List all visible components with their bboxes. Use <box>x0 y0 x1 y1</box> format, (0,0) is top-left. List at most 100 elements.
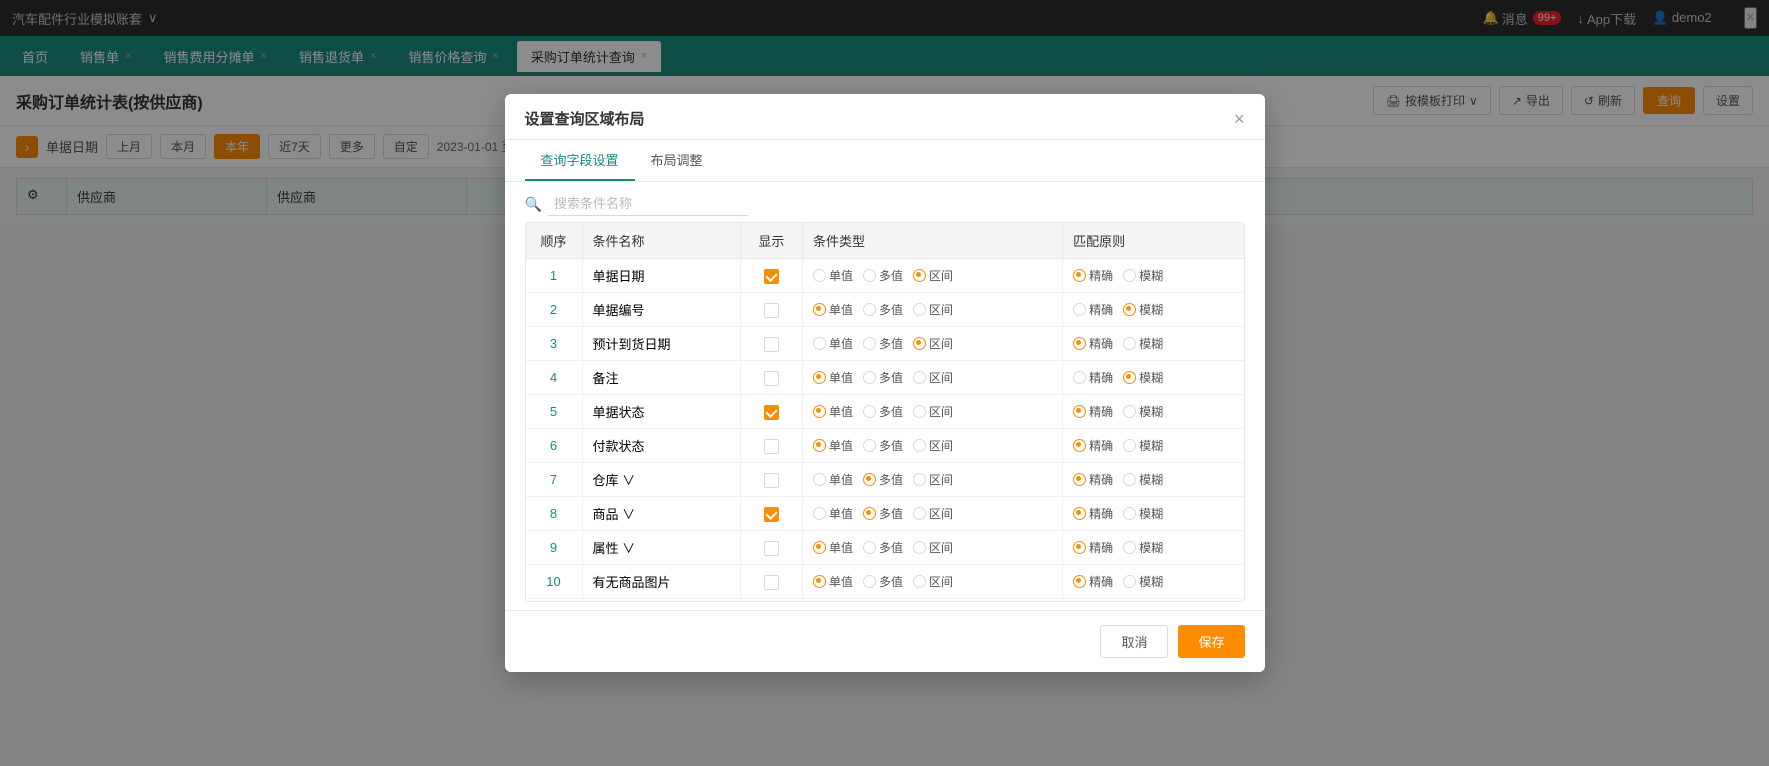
type-radio-item[interactable]: 区间 <box>913 403 953 420</box>
search-input[interactable] <box>548 192 748 216</box>
dialog-close-btn[interactable]: × <box>1234 110 1245 128</box>
type-radio-item[interactable]: 区间 <box>913 573 953 590</box>
match-radio[interactable] <box>1123 303 1136 316</box>
type-radio-item[interactable]: 多值 <box>863 471 903 488</box>
display-checkbox[interactable] <box>764 439 779 454</box>
type-radio-item[interactable]: 区间 <box>913 505 953 522</box>
type-radio-item[interactable]: 区间 <box>913 369 953 386</box>
cell-display[interactable] <box>740 565 802 599</box>
type-radio-item[interactable]: 单值 <box>813 335 853 352</box>
type-radio-item[interactable]: 单值 <box>813 471 853 488</box>
match-radio[interactable] <box>1123 439 1136 452</box>
display-checkbox[interactable] <box>764 303 779 318</box>
type-radio[interactable] <box>913 439 926 452</box>
type-radio[interactable] <box>813 473 826 486</box>
cell-display[interactable] <box>740 531 802 565</box>
match-radio-item[interactable]: 模糊 <box>1123 539 1163 556</box>
type-radio[interactable] <box>863 439 876 452</box>
match-radio-item[interactable]: 模糊 <box>1123 369 1163 386</box>
type-radio[interactable] <box>863 473 876 486</box>
type-radio[interactable] <box>813 337 826 350</box>
type-radio-item[interactable]: 多值 <box>863 403 903 420</box>
cell-display[interactable] <box>740 327 802 361</box>
match-radio[interactable] <box>1073 371 1086 384</box>
display-checkbox[interactable] <box>764 541 779 556</box>
match-radio-item[interactable]: 模糊 <box>1123 403 1163 420</box>
type-radio[interactable] <box>913 303 926 316</box>
type-radio[interactable] <box>863 575 876 588</box>
display-checkbox[interactable] <box>764 507 779 522</box>
match-radio-item[interactable]: 精确 <box>1073 437 1113 454</box>
match-radio[interactable] <box>1073 303 1086 316</box>
type-radio[interactable] <box>913 473 926 486</box>
type-radio[interactable] <box>863 303 876 316</box>
display-checkbox[interactable] <box>764 405 779 420</box>
type-radio-item[interactable]: 区间 <box>913 335 953 352</box>
match-radio[interactable] <box>1073 405 1086 418</box>
type-radio[interactable] <box>913 405 926 418</box>
cell-display[interactable] <box>740 429 802 463</box>
type-radio[interactable] <box>863 507 876 520</box>
type-radio[interactable] <box>813 575 826 588</box>
type-radio-item[interactable]: 单值 <box>813 573 853 590</box>
cell-display[interactable] <box>740 599 802 603</box>
match-radio-item[interactable]: 精确 <box>1073 335 1113 352</box>
type-radio[interactable] <box>813 269 826 282</box>
display-checkbox[interactable] <box>764 269 779 284</box>
type-radio-item[interactable]: 单值 <box>813 403 853 420</box>
match-radio-item[interactable]: 精确 <box>1073 369 1113 386</box>
type-radio-item[interactable]: 多值 <box>863 437 903 454</box>
type-radio-item[interactable]: 多值 <box>863 301 903 318</box>
display-checkbox[interactable] <box>764 473 779 488</box>
match-radio-item[interactable]: 精确 <box>1073 573 1113 590</box>
type-radio[interactable] <box>863 337 876 350</box>
type-radio-item[interactable]: 多值 <box>863 335 903 352</box>
match-radio[interactable] <box>1073 269 1086 282</box>
type-radio-item[interactable]: 区间 <box>913 539 953 556</box>
match-radio[interactable] <box>1073 439 1086 452</box>
match-radio-item[interactable]: 精确 <box>1073 471 1113 488</box>
type-radio-item[interactable]: 单值 <box>813 301 853 318</box>
type-radio[interactable] <box>913 507 926 520</box>
cell-display[interactable] <box>740 293 802 327</box>
type-radio-item[interactable]: 区间 <box>913 301 953 318</box>
type-radio[interactable] <box>863 541 876 554</box>
type-radio[interactable] <box>913 337 926 350</box>
match-radio[interactable] <box>1123 507 1136 520</box>
type-radio-item[interactable]: 区间 <box>913 471 953 488</box>
match-radio[interactable] <box>1073 541 1086 554</box>
display-checkbox[interactable] <box>764 575 779 590</box>
cell-display[interactable] <box>740 361 802 395</box>
match-radio-item[interactable]: 模糊 <box>1123 267 1163 284</box>
type-radio-item[interactable]: 多值 <box>863 573 903 590</box>
match-radio-item[interactable]: 模糊 <box>1123 301 1163 318</box>
cell-display[interactable] <box>740 463 802 497</box>
type-radio-item[interactable]: 多值 <box>863 267 903 284</box>
match-radio-item[interactable]: 模糊 <box>1123 573 1163 590</box>
match-radio[interactable] <box>1073 337 1086 350</box>
match-radio-item[interactable]: 模糊 <box>1123 471 1163 488</box>
type-radio-item[interactable]: 单值 <box>813 267 853 284</box>
type-radio-item[interactable]: 单值 <box>813 369 853 386</box>
cell-display[interactable] <box>740 259 802 293</box>
display-checkbox[interactable] <box>764 371 779 386</box>
match-radio[interactable] <box>1073 473 1086 486</box>
type-radio[interactable] <box>863 371 876 384</box>
match-radio-item[interactable]: 模糊 <box>1123 437 1163 454</box>
tab-layout[interactable]: 布局调整 <box>635 140 719 181</box>
type-radio-item[interactable]: 区间 <box>913 437 953 454</box>
match-radio-item[interactable]: 精确 <box>1073 403 1113 420</box>
type-radio[interactable] <box>863 269 876 282</box>
save-btn[interactable]: 保存 <box>1178 625 1244 658</box>
type-radio[interactable] <box>813 507 826 520</box>
type-radio-item[interactable]: 单值 <box>813 437 853 454</box>
type-radio[interactable] <box>913 371 926 384</box>
match-radio-item[interactable]: 精确 <box>1073 539 1113 556</box>
type-radio[interactable] <box>813 371 826 384</box>
type-radio-item[interactable]: 单值 <box>813 539 853 556</box>
match-radio-item[interactable]: 精确 <box>1073 267 1113 284</box>
type-radio[interactable] <box>863 405 876 418</box>
cell-display[interactable] <box>740 497 802 531</box>
type-radio-item[interactable]: 多值 <box>863 369 903 386</box>
match-radio-item[interactable]: 模糊 <box>1123 505 1163 522</box>
